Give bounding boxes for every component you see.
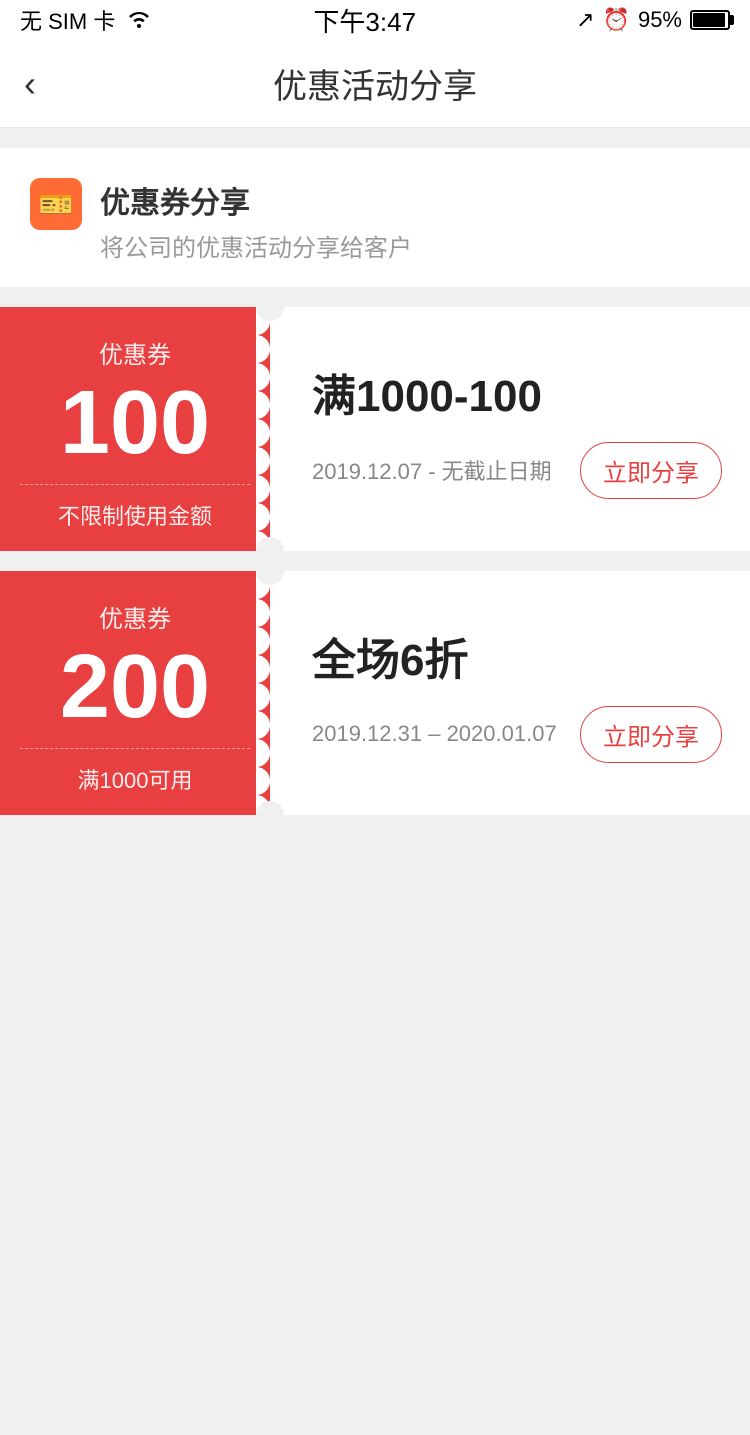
coupon-condition-1: 不限制使用金额 <box>58 499 212 531</box>
battery-icon <box>690 10 730 30</box>
section-header: 🎫 优惠券分享 将公司的优惠活动分享给客户 <box>0 148 750 287</box>
coupon-icon: 🎫 <box>39 188 74 221</box>
bottom-space <box>0 835 750 1435</box>
status-right: ↗ ⏰ 95% <box>576 7 730 33</box>
coupon-list: 优惠券 100 不限制使用金额 满1000-100 2019.12.07 - 无… <box>0 307 750 835</box>
status-bar: 无 SIM 卡 下午3:47 ↗ ⏰ 95% <box>0 0 750 40</box>
coupon-name-1: 满1000-100 <box>312 360 722 424</box>
coupon-card-2: 优惠券 200 满1000可用 全场6折 2019.12.31 – 2020.0… <box>0 571 750 815</box>
coupon-divider-2 <box>20 748 250 749</box>
section-icon: 🎫 <box>30 178 82 230</box>
battery-percent: 95% <box>638 7 682 33</box>
coupon-right-1: 满1000-100 2019.12.07 - 无截止日期 立即分享 <box>270 307 750 551</box>
coupon-date-2: 2019.12.31 – 2020.01.07 <box>312 721 570 747</box>
coupon-meta-2: 2019.12.31 – 2020.01.07 立即分享 <box>312 706 722 763</box>
back-button[interactable]: ‹ <box>24 66 36 102</box>
share-button-1[interactable]: 立即分享 <box>580 442 722 499</box>
section-text-block: 优惠券分享 将公司的优惠活动分享给客户 <box>100 178 412 263</box>
status-time: 下午3:47 <box>313 2 416 39</box>
carrier-text: 无 SIM 卡 <box>20 4 115 36</box>
coupon-name-2: 全场6折 <box>312 624 722 688</box>
coupon-amount-1: 100 <box>60 378 210 468</box>
coupon-amount-2: 200 <box>60 642 210 732</box>
section-title: 优惠券分享 <box>100 178 412 222</box>
coupon-right-2: 全场6折 2019.12.31 – 2020.01.07 立即分享 <box>270 571 750 815</box>
coupon-left-2: 优惠券 200 满1000可用 <box>0 571 270 815</box>
wifi-icon <box>125 6 153 34</box>
status-left: 无 SIM 卡 <box>20 4 153 36</box>
alarm-icon: ⏰ <box>603 7 630 33</box>
coupon-divider-1 <box>20 484 250 485</box>
location-icon: ↗ <box>576 7 594 33</box>
coupon-meta-1: 2019.12.07 - 无截止日期 立即分享 <box>312 442 722 499</box>
coupon-date-1: 2019.12.07 - 无截止日期 <box>312 454 570 486</box>
coupon-left-1: 优惠券 100 不限制使用金额 <box>0 307 270 551</box>
nav-title: 优惠活动分享 <box>273 59 477 108</box>
coupon-label-2: 优惠券 <box>99 599 171 634</box>
share-button-2[interactable]: 立即分享 <box>580 706 722 763</box>
section-subtitle: 将公司的优惠活动分享给客户 <box>100 228 412 263</box>
nav-bar: ‹ 优惠活动分享 <box>0 40 750 128</box>
coupon-card-1: 优惠券 100 不限制使用金额 满1000-100 2019.12.07 - 无… <box>0 307 750 551</box>
coupon-condition-2: 满1000可用 <box>78 763 193 795</box>
coupon-label-1: 优惠券 <box>99 335 171 370</box>
